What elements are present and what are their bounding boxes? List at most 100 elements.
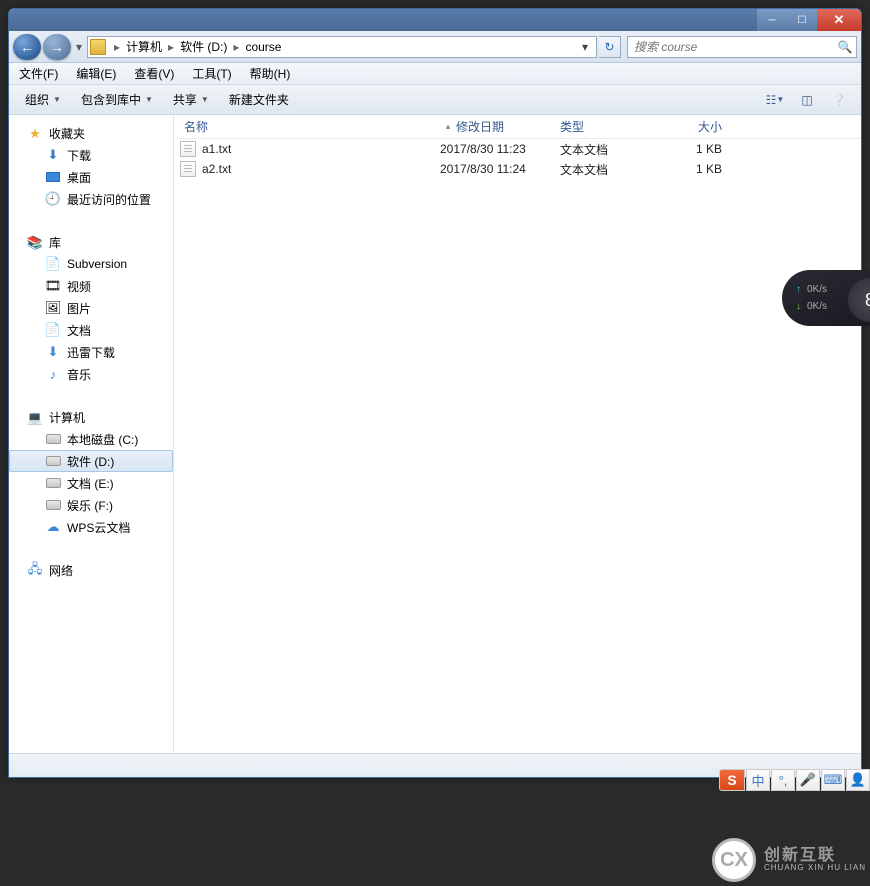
preview-pane-button[interactable]: ◫ <box>795 90 819 110</box>
sidebar-item-videos[interactable]: 🎞视频 <box>9 275 173 297</box>
forward-button[interactable]: → <box>43 34 71 60</box>
drive-icon <box>45 453 61 469</box>
new-folder-button[interactable]: 新建文件夹 <box>221 88 297 111</box>
video-icon: 🎞 <box>45 278 61 294</box>
file-row[interactable]: a1.txt 2017/8/30 11:23 文本文档 1 KB <box>174 139 861 159</box>
refresh-button[interactable]: ↻ <box>599 36 621 58</box>
sidebar-item-xunlei[interactable]: ⬇迅雷下载 <box>9 341 173 363</box>
breadcrumb-sep-icon[interactable]: ▸ <box>110 40 124 54</box>
search-icon[interactable]: 🔍 <box>834 40 856 54</box>
file-type: 文本文档 <box>560 141 670 158</box>
chevron-down-icon: ▼ <box>53 95 61 104</box>
desktop-icon <box>45 169 61 185</box>
sidebar-item-recent[interactable]: 🕘最近访问的位置 <box>9 188 173 210</box>
nav-history-dropdown[interactable]: ▾ <box>73 40 85 54</box>
nav-bar: ← → ▾ ▸ 计算机 ▸ 软件 (D:) ▸ course ▾ ↻ 🔍 <box>9 31 861 63</box>
sidebar-item-f-drive[interactable]: 娱乐 (F:) <box>9 494 173 516</box>
sidebar-item-subversion[interactable]: 📄Subversion <box>9 253 173 275</box>
breadcrumb-drive[interactable]: 软件 (D:) <box>178 38 229 55</box>
sidebar-favorites[interactable]: ★收藏夹 <box>9 123 173 144</box>
ime-user-button[interactable]: 👤 <box>846 769 870 791</box>
column-header-type[interactable]: 类型 <box>560 118 670 135</box>
column-header-name[interactable]: 名称 <box>180 118 440 135</box>
file-name: a2.txt <box>202 162 440 176</box>
menu-bar: 文件(F) 编辑(E) 查看(V) 工具(T) 帮助(H) <box>9 63 861 85</box>
sidebar-libraries[interactable]: 📚库 <box>9 232 173 253</box>
search-input[interactable] <box>628 40 834 54</box>
ime-toolbar: S 中 °, 🎤 ⌨ 👤 <box>719 768 870 792</box>
explorer-window: ─ ☐ ✕ ← → ▾ ▸ 计算机 ▸ 软件 (D:) ▸ course ▾ ↻… <box>8 8 862 778</box>
ime-voice-button[interactable]: 🎤 <box>796 769 820 791</box>
sidebar-network[interactable]: 🖧网络 <box>9 560 173 581</box>
textfile-icon <box>180 161 196 177</box>
sidebar-item-c-drive[interactable]: 本地磁盘 (C:) <box>9 428 173 450</box>
search-box[interactable]: 🔍 <box>627 36 857 58</box>
close-button[interactable]: ✕ <box>817 9 861 31</box>
include-library-button[interactable]: 包含到库中▼ <box>73 88 161 111</box>
menu-edit[interactable]: 编辑(E) <box>72 63 120 84</box>
sidebar-item-pictures[interactable]: 🖼图片 <box>9 297 173 319</box>
column-header-size[interactable]: 大小 <box>670 118 740 135</box>
breadcrumb-computer[interactable]: 计算机 <box>124 38 164 55</box>
column-header-row: 名称 ▴ 修改日期 类型 大小 <box>174 115 861 139</box>
help-button[interactable]: ❔ <box>827 90 851 110</box>
ime-lang-button[interactable]: 中 <box>746 769 770 791</box>
sidebar-item-d-drive[interactable]: 软件 (D:) <box>9 450 173 472</box>
xunlei-icon: ⬇ <box>45 344 61 360</box>
brand-watermark: CX 创新互联 CHUANG XIN HU LIAN <box>712 838 866 882</box>
cloud-icon: ☁ <box>45 519 61 535</box>
organize-button[interactable]: 组织▼ <box>17 88 69 111</box>
download-speed: 0K/s <box>807 301 827 312</box>
file-row[interactable]: a2.txt 2017/8/30 11:24 文本文档 1 KB <box>174 159 861 179</box>
download-arrow-icon: ↓ <box>796 301 801 312</box>
sidebar-item-music[interactable]: ♪音乐 <box>9 363 173 385</box>
back-button[interactable]: ← <box>13 34 41 60</box>
titlebar[interactable]: ─ ☐ ✕ <box>9 9 861 31</box>
sidebar-item-documents[interactable]: 📄文档 <box>9 319 173 341</box>
toolbar: 组织▼ 包含到库中▼ 共享▼ 新建文件夹 ☷ ▼ ◫ ❔ <box>9 85 861 115</box>
nav-pane: ★收藏夹 ⬇下载 桌面 🕘最近访问的位置 📚库 📄Subversion 🎞视频 … <box>9 115 174 753</box>
view-options-button[interactable]: ☷ ▼ <box>763 90 787 110</box>
download-icon: ⬇ <box>45 147 61 163</box>
sidebar-item-e-drive[interactable]: 文档 (E:) <box>9 472 173 494</box>
star-icon: ★ <box>27 126 43 142</box>
share-button[interactable]: 共享▼ <box>165 88 217 111</box>
menu-view[interactable]: 查看(V) <box>130 63 178 84</box>
file-size: 1 KB <box>670 142 740 156</box>
ime-logo-button[interactable]: S <box>719 769 745 791</box>
breadcrumb-sep-icon[interactable]: ▸ <box>164 40 178 54</box>
file-name: a1.txt <box>202 142 440 156</box>
network-icon: 🖧 <box>27 563 43 579</box>
minimize-button[interactable]: ─ <box>757 9 787 31</box>
file-type: 文本文档 <box>560 161 670 178</box>
breadcrumb-sep-icon[interactable]: ▸ <box>229 40 243 54</box>
file-list-pane: 名称 ▴ 修改日期 类型 大小 a1.txt 2017/8/30 11:23 文… <box>174 115 861 753</box>
brand-name-en: CHUANG XIN HU LIAN <box>764 864 866 873</box>
drive-icon <box>45 475 61 491</box>
document-icon: 📄 <box>45 322 61 338</box>
folder-icon <box>90 39 106 55</box>
breadcrumb-folder[interactable]: course <box>243 40 283 54</box>
ime-keyboard-button[interactable]: ⌨ <box>821 769 845 791</box>
maximize-button[interactable]: ☐ <box>787 9 817 31</box>
upload-speed: 0K/s <box>807 284 827 295</box>
menu-tools[interactable]: 工具(T) <box>188 63 235 84</box>
menu-file[interactable]: 文件(F) <box>15 63 62 84</box>
chevron-down-icon: ▼ <box>145 95 153 104</box>
address-dropdown-icon[interactable]: ▾ <box>576 40 594 54</box>
column-header-date[interactable]: 修改日期 <box>440 118 560 135</box>
ime-punct-button[interactable]: °, <box>771 769 795 791</box>
drive-icon <box>45 497 61 513</box>
address-bar[interactable]: ▸ 计算机 ▸ 软件 (D:) ▸ course ▾ <box>87 36 597 58</box>
sidebar-item-wps[interactable]: ☁WPS云文档 <box>9 516 173 538</box>
sidebar-item-desktop[interactable]: 桌面 <box>9 166 173 188</box>
file-date: 2017/8/30 11:23 <box>440 142 560 156</box>
pictures-icon: 🖼 <box>45 300 61 316</box>
recent-icon: 🕘 <box>45 191 61 207</box>
sidebar-computer[interactable]: 💻计算机 <box>9 407 173 428</box>
menu-help[interactable]: 帮助(H) <box>246 63 295 84</box>
upload-arrow-icon: ↑ <box>796 284 801 295</box>
sidebar-item-downloads[interactable]: ⬇下载 <box>9 144 173 166</box>
file-size: 1 KB <box>670 162 740 176</box>
computer-icon: 💻 <box>27 410 43 426</box>
